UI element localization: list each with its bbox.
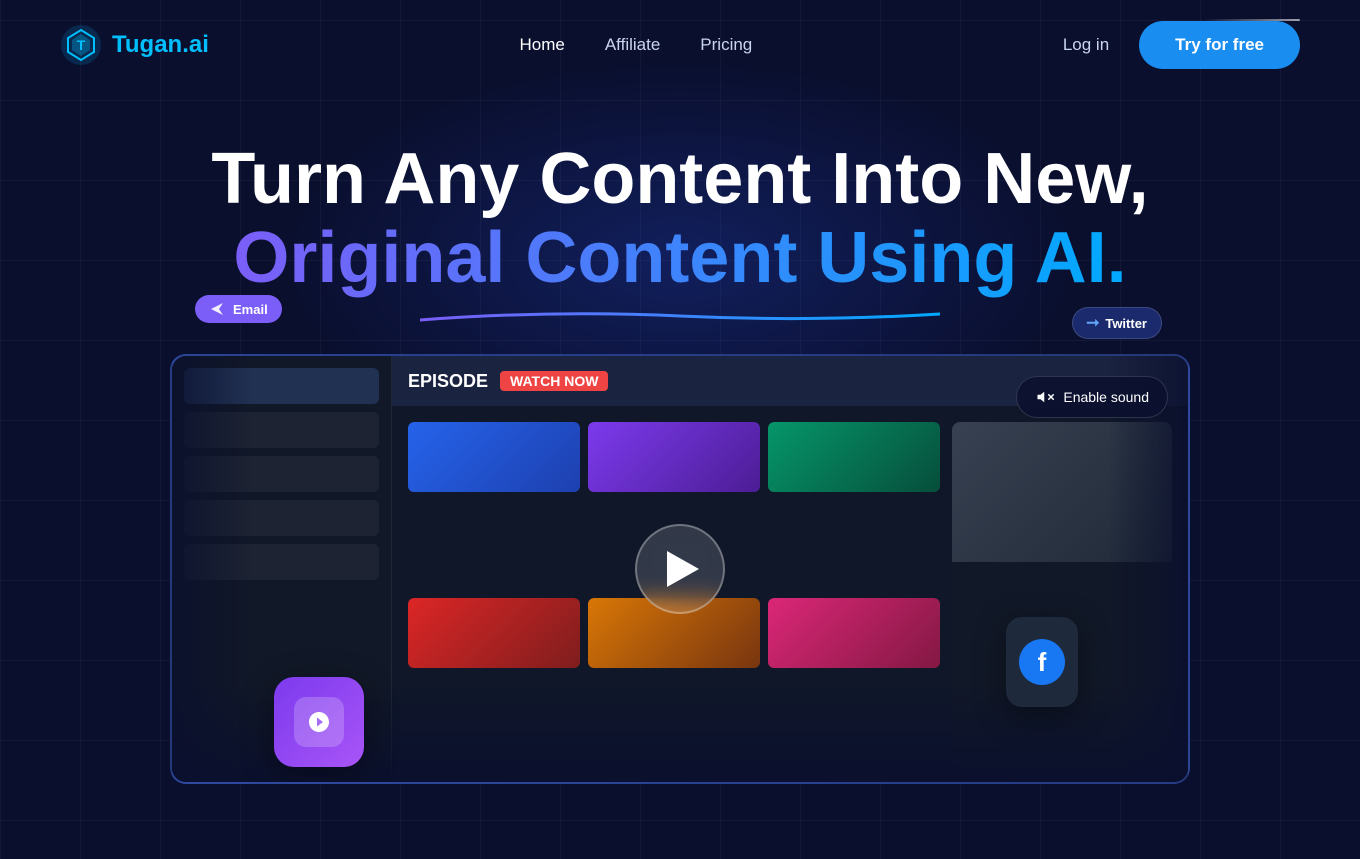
cursor-icon: ⭢ <box>1087 314 1100 332</box>
nav-right: Log in Try for free <box>1063 21 1300 69</box>
nav-link-home[interactable]: Home <box>519 35 564 54</box>
app-icon <box>294 697 344 747</box>
sidebar-item-2 <box>184 412 379 448</box>
badge-twitter-label: Twitter <box>1105 316 1147 331</box>
try-free-button[interactable]: Try for free <box>1139 21 1300 69</box>
app-inner-icon <box>307 710 331 734</box>
nav-links: Home Affiliate Pricing <box>519 35 752 55</box>
login-button[interactable]: Log in <box>1063 35 1109 55</box>
muted-icon <box>1035 387 1055 407</box>
nav-item-home[interactable]: Home <box>519 35 564 55</box>
floating-app-badge <box>274 677 364 767</box>
play-triangle-icon <box>667 551 699 587</box>
badge-email: Email <box>195 295 282 323</box>
hero-section: Turn Any Content Into New, Original Cont… <box>0 90 1360 324</box>
navbar: T Tugan.ai Home Affiliate Pricing Log in… <box>0 0 1360 90</box>
badge-email-label: Email <box>233 302 268 317</box>
hero-title-line1: Turn Any Content Into New, <box>211 139 1148 219</box>
logo[interactable]: T Tugan.ai <box>60 24 209 66</box>
sidebar-item-1 <box>184 368 379 404</box>
speaker-muted-icon <box>1036 388 1054 406</box>
hero-title: Turn Any Content Into New, Original Cont… <box>0 140 1360 298</box>
badge-twitter: ⭢ Twitter <box>1072 307 1162 339</box>
logo-icon: T <box>60 24 102 66</box>
thumb-6 <box>768 598 940 766</box>
video-inner: EPISODE WATCH NOW <box>172 356 1188 782</box>
hero-underline <box>420 306 940 324</box>
video-header-highlight: WATCH NOW <box>500 371 608 391</box>
video-section: EPISODE WATCH NOW <box>170 354 1190 784</box>
logo-text: Tugan.ai <box>112 31 209 59</box>
sidebar-item-3 <box>184 456 379 492</box>
thumb-3 <box>768 422 940 590</box>
sidebar-item-5 <box>184 544 379 580</box>
nav-link-affiliate[interactable]: Affiliate <box>605 35 660 54</box>
face-panel <box>952 422 1172 562</box>
arrow-icon <box>209 301 225 317</box>
main-panel: EPISODE WATCH NOW <box>392 356 1188 782</box>
video-wrapper: EPISODE WATCH NOW <box>0 324 1360 784</box>
video-header-text: EPISODE <box>408 371 488 392</box>
play-button[interactable] <box>635 524 725 614</box>
thumb-4 <box>408 598 580 766</box>
facebook-icon: f <box>1019 639 1065 685</box>
nav-link-pricing[interactable]: Pricing <box>700 35 752 54</box>
right-panel <box>952 422 1172 766</box>
nav-item-pricing[interactable]: Pricing <box>700 35 752 55</box>
thumb-1 <box>408 422 580 590</box>
enable-sound-button[interactable]: Enable sound <box>1016 376 1168 418</box>
thumb-5 <box>588 598 760 766</box>
svg-text:T: T <box>77 37 86 53</box>
enable-sound-label: Enable sound <box>1063 389 1149 405</box>
hero-title-line2: Original Content Using AI. <box>233 218 1126 298</box>
nav-item-affiliate[interactable]: Affiliate <box>605 35 660 55</box>
floating-facebook-badge: f <box>1006 617 1078 707</box>
sidebar-item-4 <box>184 500 379 536</box>
video-content <box>392 406 1188 782</box>
